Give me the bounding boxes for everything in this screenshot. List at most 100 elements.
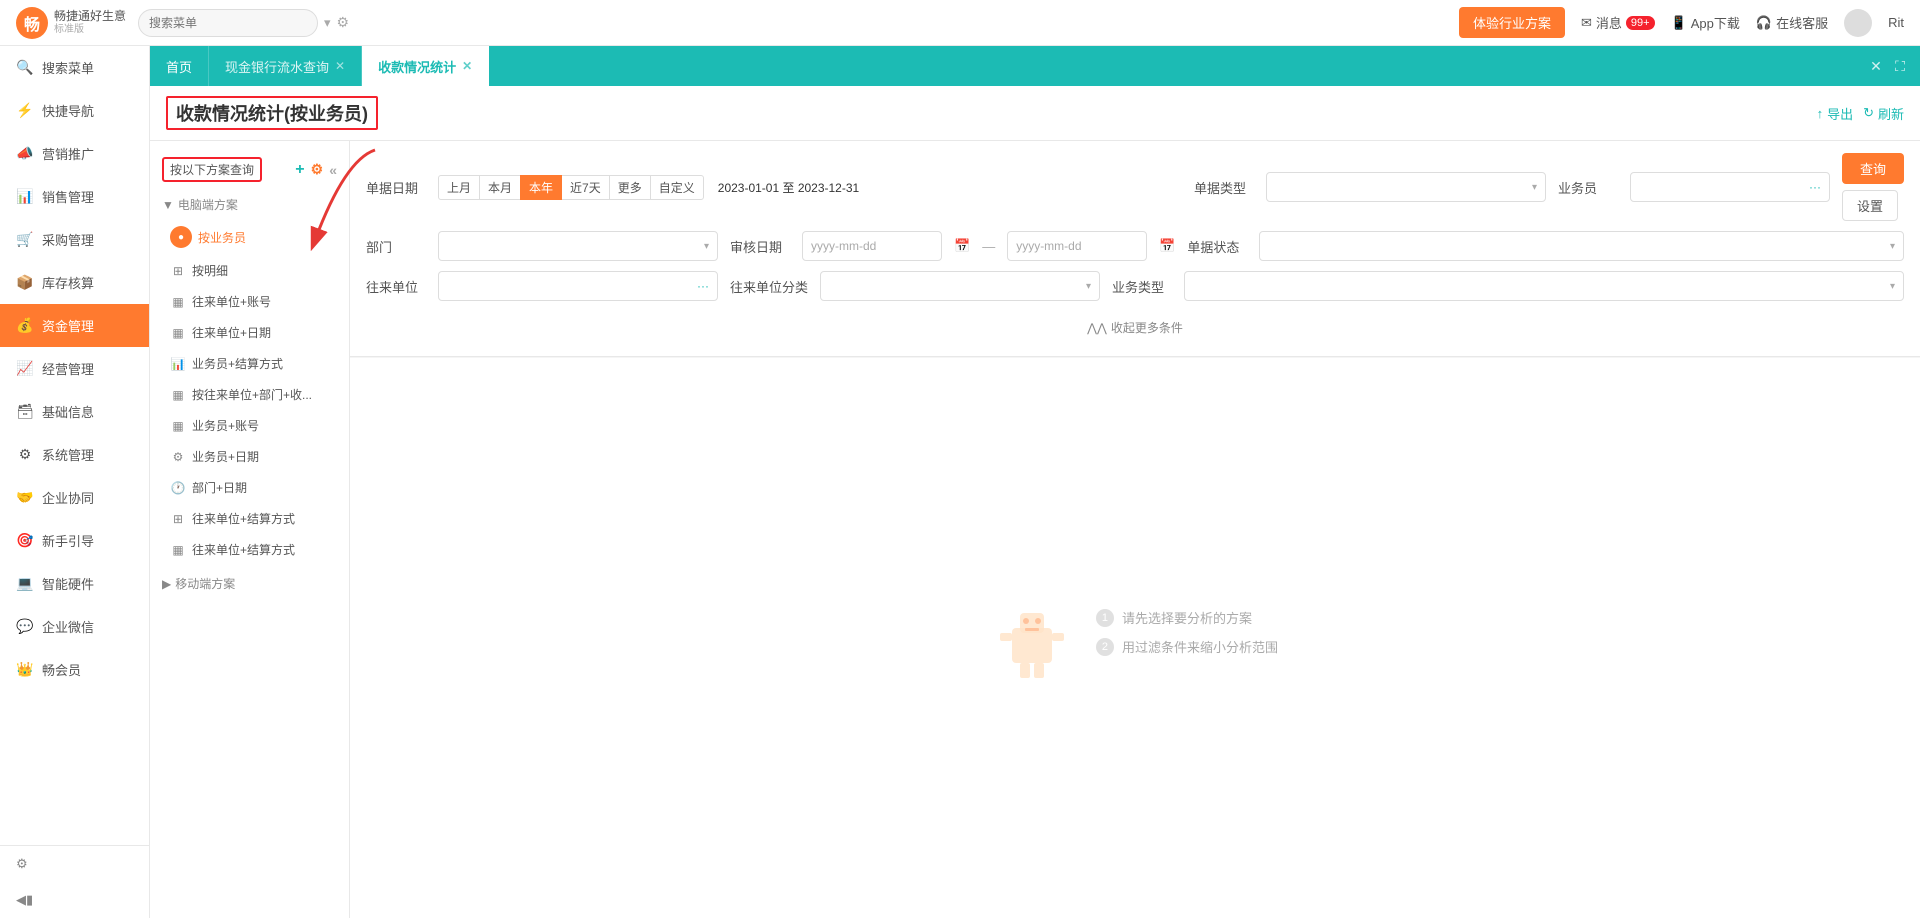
- review-date-start-input[interactable]: yyyy-mm-dd: [802, 231, 942, 261]
- tab-bank-flow[interactable]: 现金银行流水查询 ✕: [209, 46, 362, 86]
- date-tab-last-month[interactable]: 上月: [438, 175, 480, 200]
- sidebar-label-smart_hw: 智能硬件: [42, 574, 94, 593]
- panel-item-unit-dept-collect[interactable]: ▦ 按往来单位+部门+收...: [150, 379, 349, 410]
- query-actions: 查询 设置: [1842, 153, 1904, 221]
- collapse-up-icon: ⋀⋀: [1087, 321, 1107, 335]
- partner-select[interactable]: ···: [438, 271, 718, 301]
- sidebar-label-member: 畅会员: [42, 660, 81, 679]
- tab-bank-flow-close[interactable]: ✕: [335, 59, 345, 73]
- dept-select[interactable]: ▾: [438, 231, 718, 261]
- sidebar-item-inventory[interactable]: 📦 库存核算: [0, 261, 149, 304]
- panel-item-by-details[interactable]: ⊞ 按明细: [150, 255, 349, 286]
- partner-category-label: 往来单位分类: [730, 277, 808, 296]
- collapse-filter-button[interactable]: ⋀⋀ 收起更多条件: [366, 311, 1904, 344]
- top-bar-search: ▾ ⚙: [138, 9, 349, 37]
- sidebar-icon-marketing: 📣: [16, 145, 34, 163]
- panel-item-salesman-account[interactable]: ▦ 业务员+账号: [150, 410, 349, 441]
- panel-item-unit-date[interactable]: ▦ 往来单位+日期: [150, 317, 349, 348]
- settings-button[interactable]: 设置: [1842, 190, 1898, 221]
- settings-icon[interactable]: ⚙: [337, 14, 350, 31]
- sidebar-bottom-settings[interactable]: ⚙: [0, 846, 149, 882]
- sidebar-item-quick_nav[interactable]: ⚡ 快捷导航: [0, 89, 149, 132]
- panel-item-unit-account[interactable]: ▦ 往来单位+账号: [150, 286, 349, 317]
- section-arrow-mobile: ▶: [162, 577, 171, 591]
- date-tab-this-year[interactable]: 本年: [520, 175, 562, 200]
- page-body: 按以下方案查询 + ⚙ « ▼ 电脑端方案 ● 按业务员: [150, 141, 1920, 918]
- doc-type-select[interactable]: ▾: [1266, 172, 1546, 202]
- user-name[interactable]: Rit: [1888, 15, 1904, 30]
- online-service-action[interactable]: 🎧 在线客服: [1756, 13, 1828, 32]
- trial-button[interactable]: 体验行业方案: [1459, 7, 1565, 38]
- tab-receipts-stat[interactable]: 收款情况统计 ✕: [362, 46, 489, 86]
- panel-item-unit-settle1[interactable]: ⊞ 往来单位+结算方式: [150, 503, 349, 534]
- panel-item-salesman-settle[interactable]: 📊 业务员+结算方式: [150, 348, 349, 379]
- sidebar-item-purchase[interactable]: 🛒 采购管理: [0, 218, 149, 261]
- user-avatar[interactable]: [1844, 9, 1872, 37]
- empty-robot-illustration: [992, 598, 1072, 678]
- sidebar-item-corp_wechat[interactable]: 💬 企业微信: [0, 605, 149, 648]
- sidebar-item-corp_collab[interactable]: 🤝 企业协同: [0, 476, 149, 519]
- sidebar-item-operations[interactable]: 📈 经营管理: [0, 347, 149, 390]
- sidebar-bottom-collapse[interactable]: ◀▮: [0, 882, 149, 918]
- panel-add-button[interactable]: +: [295, 161, 304, 179]
- doc-status-select[interactable]: ▾: [1259, 231, 1904, 261]
- top-right-actions: ✉ 消息 99+ 📱 App下载 🎧 在线客服 Rit: [1581, 9, 1904, 37]
- messages-action[interactable]: ✉ 消息 99+: [1581, 13, 1655, 32]
- date-tab-7days[interactable]: 近7天: [561, 175, 610, 200]
- panel-item-label-unit-settle2: 往来单位+结算方式: [192, 541, 295, 558]
- date-filter-control: 上月 本月 本年 近7天 更多 自定义 2023-01-01 至 2023-12…: [438, 175, 1182, 200]
- logo-area: 畅 畅捷通好生意 标准版: [16, 7, 126, 39]
- date-separator: —: [982, 239, 995, 254]
- date-tab-this-month[interactable]: 本月: [479, 175, 521, 200]
- biz-type-select[interactable]: ▾: [1184, 271, 1904, 301]
- filter-row-1: 单据日期 上月 本月 本年 近7天 更多 自定义 2023-01-01 至 20…: [366, 153, 1904, 221]
- close-window-btn[interactable]: ✕: [1868, 58, 1884, 74]
- version-label: 标准版: [54, 24, 126, 36]
- sidebar-item-finance[interactable]: 💰 资金管理: [0, 304, 149, 347]
- salesman-select[interactable]: ···: [1630, 172, 1830, 202]
- sidebar-item-member[interactable]: 👑 畅会员: [0, 648, 149, 691]
- tab-receipts-stat-close[interactable]: ✕: [462, 59, 472, 73]
- panel-settings-button[interactable]: ⚙: [311, 161, 324, 178]
- date-tab-more[interactable]: 更多: [609, 175, 651, 200]
- panel-section-mobile[interactable]: ▶ 移动端方案: [150, 569, 349, 598]
- salesman-label: 业务员: [1558, 178, 1618, 197]
- sidebar-label-new_guide: 新手引导: [42, 531, 94, 550]
- maximize-window-btn[interactable]: ⛶: [1892, 58, 1908, 74]
- panel-item-salesman-date[interactable]: ⚙ 业务员+日期: [150, 441, 349, 472]
- panel-item-label-salesman-settle: 业务员+结算方式: [192, 355, 283, 372]
- tab-window-controls: ✕ ⛶: [1868, 58, 1920, 74]
- panel-section-desktop[interactable]: ▼ 电脑端方案: [150, 190, 349, 219]
- sidebar-item-sales[interactable]: 📊 销售管理: [0, 175, 149, 218]
- date-tab-custom[interactable]: 自定义: [650, 175, 704, 200]
- tab-home[interactable]: 首页: [150, 46, 209, 86]
- sidebar-icon-inventory: 📦: [16, 274, 34, 292]
- export-button[interactable]: ↑ 导出: [1817, 104, 1854, 123]
- app-download-action[interactable]: 📱 App下载: [1671, 13, 1740, 32]
- panel-header-actions: + ⚙ «: [295, 161, 337, 179]
- partner-category-select[interactable]: ▾: [820, 271, 1100, 301]
- sidebar-item-new_guide[interactable]: 🎯 新手引导: [0, 519, 149, 562]
- search-input[interactable]: [138, 9, 318, 37]
- date-filter-label: 单据日期: [366, 178, 426, 197]
- partner-more[interactable]: ···: [697, 279, 709, 293]
- sidebar-item-smart_hw[interactable]: 💻 智能硬件: [0, 562, 149, 605]
- sidebar-item-marketing[interactable]: 📣 营销推广: [0, 132, 149, 175]
- panel-item-unit-settle2[interactable]: ▦ 往来单位+结算方式: [150, 534, 349, 565]
- refresh-button[interactable]: ↻ 刷新: [1863, 104, 1904, 123]
- details-icon: ⊞: [170, 263, 186, 279]
- panel-item-by-salesman[interactable]: ● 按业务员: [150, 219, 349, 255]
- query-button[interactable]: 查询: [1842, 153, 1904, 184]
- page-content: 收款情况统计(按业务员) ↑ 导出 ↻ 刷新 按以下方案查询 +: [150, 86, 1920, 918]
- review-date-end-input[interactable]: yyyy-mm-dd: [1007, 231, 1147, 261]
- tip-item-1: 1 请先选择要分析的方案: [1096, 608, 1278, 627]
- panel-item-dept-date[interactable]: 🕐 部门+日期: [150, 472, 349, 503]
- tip-num-1: 1: [1096, 609, 1114, 627]
- sidebar-item-sys_admin[interactable]: ⚙ 系统管理: [0, 433, 149, 476]
- sidebar-item-search_menu[interactable]: 🔍 搜索菜单: [0, 46, 149, 89]
- panel-collapse-button[interactable]: «: [329, 162, 337, 178]
- export-icon: ↑: [1817, 106, 1824, 121]
- sidebar-icon-purchase: 🛒: [16, 231, 34, 249]
- sidebar-item-basic_info[interactable]: 🗃 基础信息: [0, 390, 149, 433]
- dropdown-icon[interactable]: ▾: [324, 15, 331, 31]
